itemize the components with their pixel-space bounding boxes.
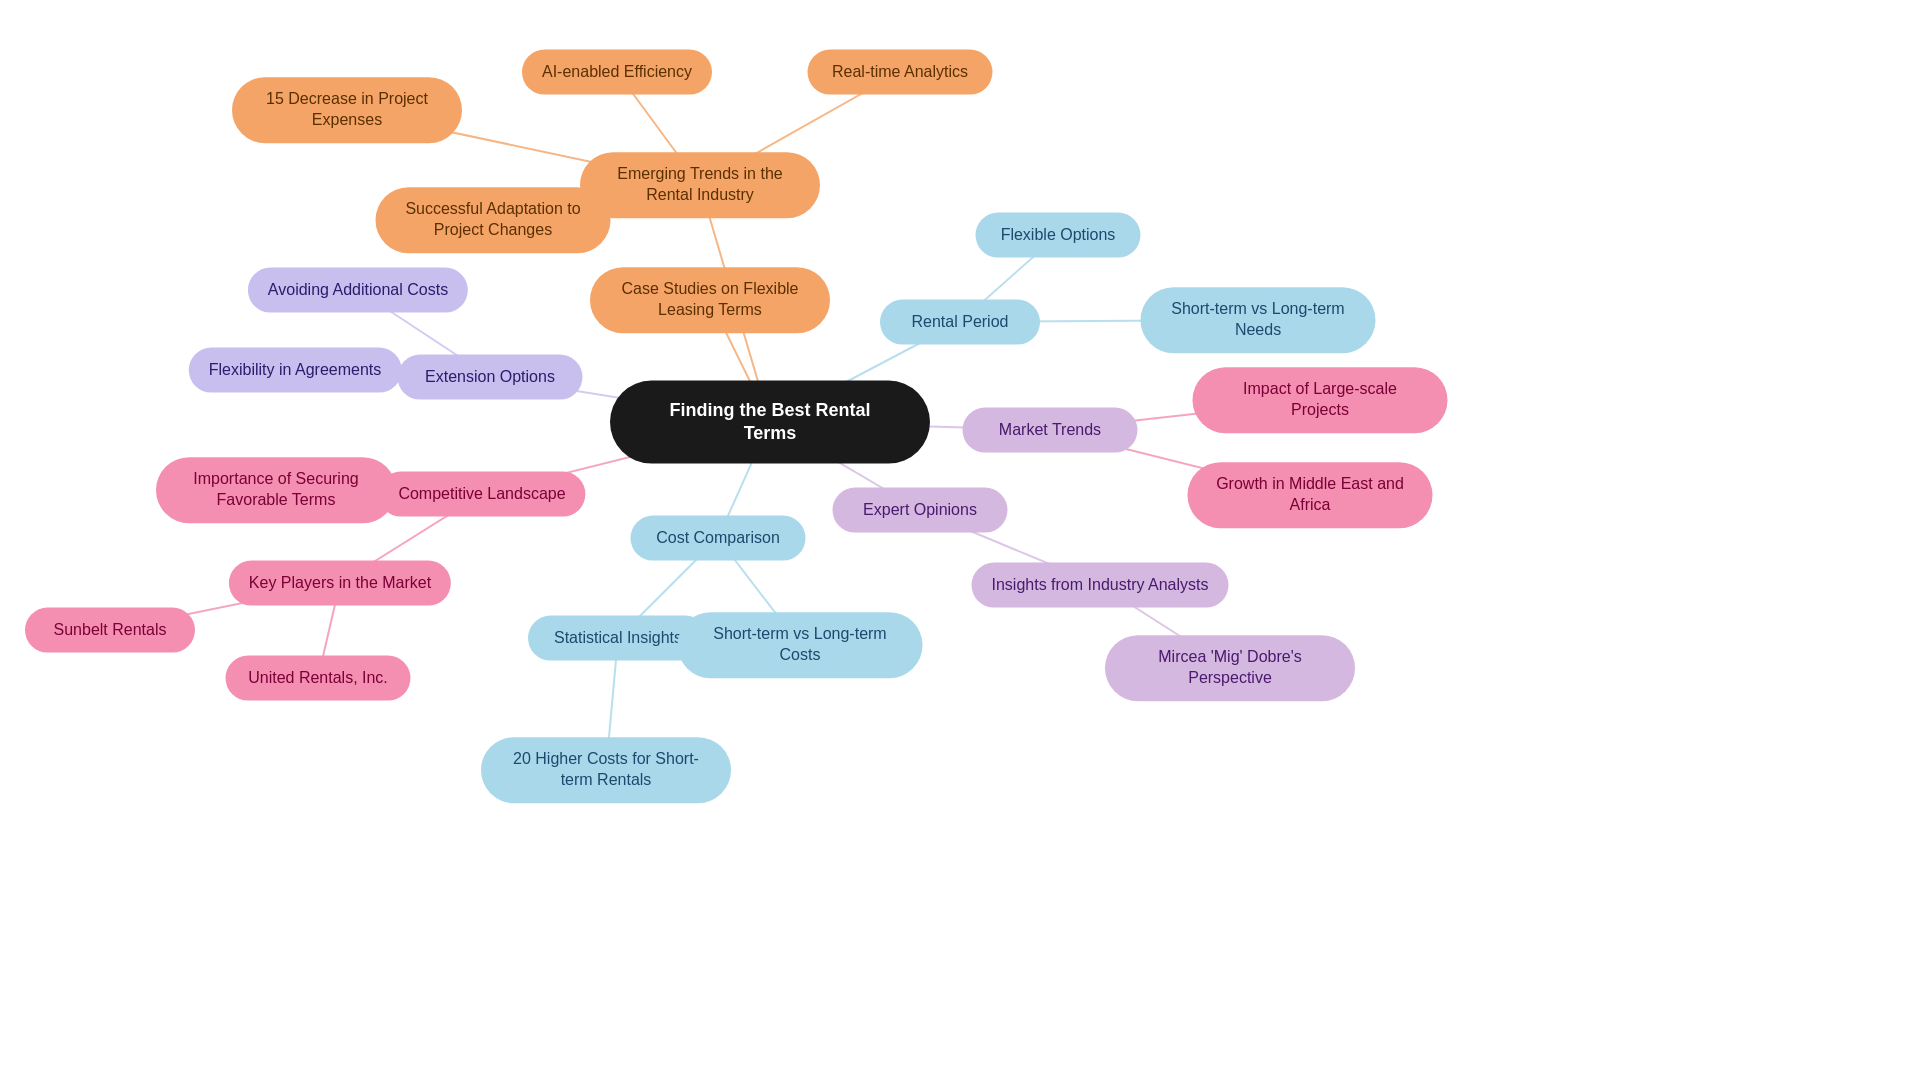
node-center[interactable]: Finding the Best Rental Terms: [610, 381, 930, 464]
node-case_studies[interactable]: Case Studies on Flexible Leasing Terms: [590, 267, 830, 333]
node-extension_options[interactable]: Extension Options: [398, 355, 583, 400]
node-label-realtime_analytics: Real-time Analytics: [832, 62, 968, 83]
node-short_long_needs[interactable]: Short-term vs Long-term Needs: [1141, 287, 1376, 353]
node-label-competitive_landscape: Competitive Landscape: [398, 484, 565, 505]
node-competitive_landscape[interactable]: Competitive Landscape: [378, 472, 585, 517]
node-label-impact_large: Impact of Large-scale Projects: [1213, 379, 1428, 421]
node-short_long_costs[interactable]: Short-term vs Long-term Costs: [678, 612, 923, 678]
node-emerging_trends[interactable]: Emerging Trends in the Rental Industry: [580, 152, 820, 218]
node-successful_adaptation[interactable]: Successful Adaptation to Project Changes: [376, 187, 611, 253]
node-label-extension_options: Extension Options: [425, 367, 555, 388]
node-label-decrease_expenses: 15 Decrease in Project Expenses: [252, 89, 442, 131]
node-label-mircea_perspective: Mircea 'Mig' Dobre's Perspective: [1125, 647, 1335, 689]
node-rental_period[interactable]: Rental Period: [880, 300, 1040, 345]
node-flexibility[interactable]: Flexibility in Agreements: [189, 348, 402, 393]
node-label-rental_period: Rental Period: [912, 312, 1009, 333]
node-expert_opinions[interactable]: Expert Opinions: [833, 488, 1008, 533]
node-market_trends[interactable]: Market Trends: [963, 408, 1138, 453]
node-sunbelt[interactable]: Sunbelt Rentals: [25, 608, 195, 653]
node-label-insights_analysts: Insights from Industry Analysts: [992, 575, 1209, 596]
node-label-ai_efficiency: AI-enabled Efficiency: [542, 62, 692, 83]
node-label-case_studies: Case Studies on Flexible Leasing Terms: [610, 279, 810, 321]
node-higher_costs[interactable]: 20 Higher Costs for Short-term Rentals: [481, 737, 731, 803]
node-importance_favorable[interactable]: Importance of Securing Favorable Terms: [156, 457, 396, 523]
node-label-united_rentals: United Rentals, Inc.: [248, 668, 388, 689]
node-label-emerging_trends: Emerging Trends in the Rental Industry: [600, 164, 800, 206]
node-flexible_options[interactable]: Flexible Options: [976, 213, 1141, 258]
node-ai_efficiency[interactable]: AI-enabled Efficiency: [522, 50, 712, 95]
node-growth_mea[interactable]: Growth in Middle East and Africa: [1188, 462, 1433, 528]
node-label-statistical_insights: Statistical Insights: [554, 628, 682, 649]
node-realtime_analytics[interactable]: Real-time Analytics: [808, 50, 993, 95]
node-label-short_long_costs: Short-term vs Long-term Costs: [698, 624, 903, 666]
node-label-sunbelt: Sunbelt Rentals: [54, 620, 167, 641]
node-label-market_trends: Market Trends: [999, 420, 1101, 441]
node-label-center: Finding the Best Rental Terms: [642, 399, 898, 446]
node-insights_analysts[interactable]: Insights from Industry Analysts: [972, 563, 1229, 608]
mind-map: Finding the Best Rental Terms Emerging Tr…: [0, 0, 1920, 1083]
node-label-expert_opinions: Expert Opinions: [863, 500, 977, 521]
node-cost_comparison[interactable]: Cost Comparison: [631, 516, 806, 561]
node-key_players[interactable]: Key Players in the Market: [229, 561, 451, 606]
node-label-flexibility: Flexibility in Agreements: [209, 360, 382, 381]
node-label-successful_adaptation: Successful Adaptation to Project Changes: [396, 199, 591, 241]
connections-svg: [0, 0, 1920, 1083]
node-united_rentals[interactable]: United Rentals, Inc.: [226, 656, 411, 701]
node-label-cost_comparison: Cost Comparison: [656, 528, 780, 549]
node-label-growth_mea: Growth in Middle East and Africa: [1208, 474, 1413, 516]
node-label-key_players: Key Players in the Market: [249, 573, 431, 594]
node-label-higher_costs: 20 Higher Costs for Short-term Rentals: [501, 749, 711, 791]
node-label-flexible_options: Flexible Options: [1001, 225, 1116, 246]
node-label-importance_favorable: Importance of Securing Favorable Terms: [176, 469, 376, 511]
node-impact_large[interactable]: Impact of Large-scale Projects: [1193, 367, 1448, 433]
node-mircea_perspective[interactable]: Mircea 'Mig' Dobre's Perspective: [1105, 635, 1355, 701]
node-label-avoiding_costs: Avoiding Additional Costs: [268, 280, 448, 301]
node-decrease_expenses[interactable]: 15 Decrease in Project Expenses: [232, 77, 462, 143]
node-avoiding_costs[interactable]: Avoiding Additional Costs: [248, 268, 468, 313]
node-label-short_long_needs: Short-term vs Long-term Needs: [1161, 299, 1356, 341]
